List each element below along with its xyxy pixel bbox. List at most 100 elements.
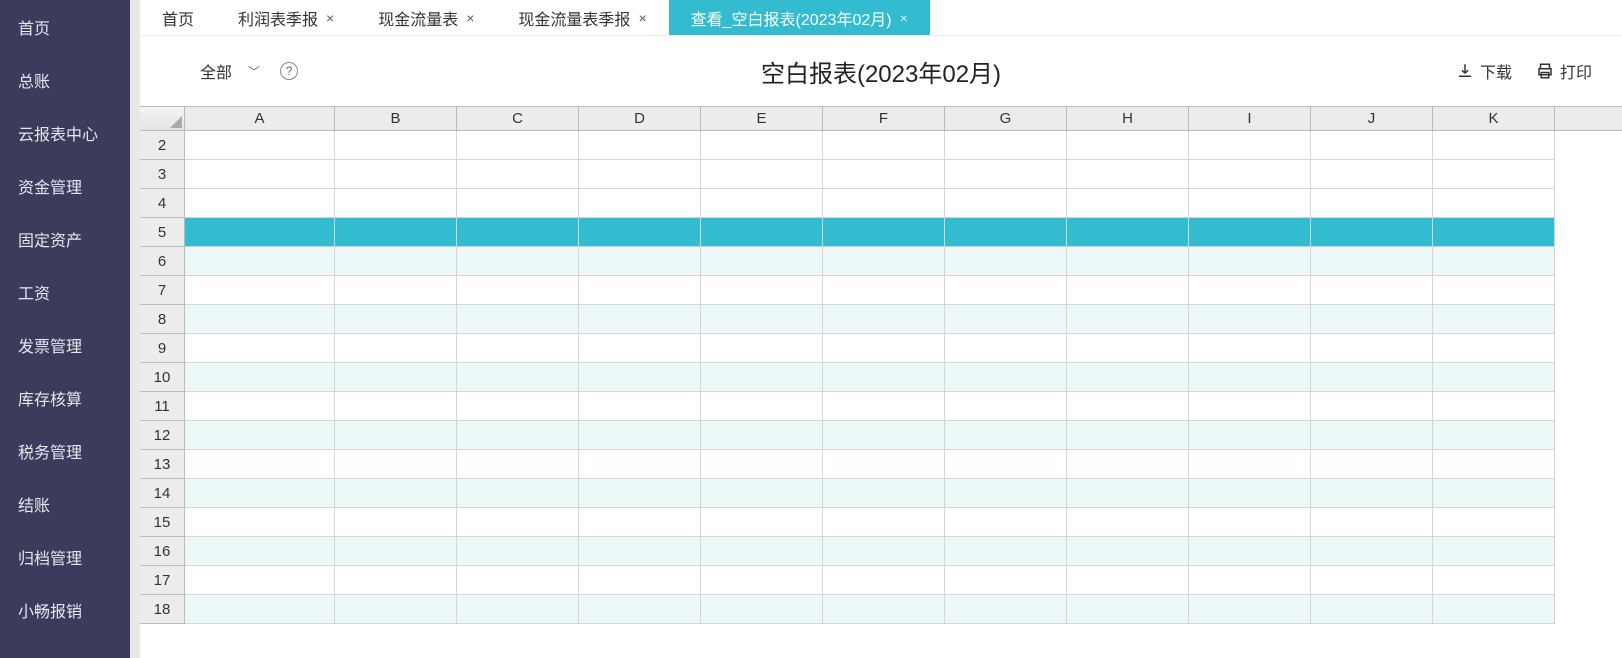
cell[interactable] — [335, 566, 457, 595]
cell[interactable] — [335, 421, 457, 450]
cell[interactable] — [579, 537, 701, 566]
cell[interactable] — [823, 537, 945, 566]
cell[interactable] — [579, 305, 701, 334]
column-header[interactable]: D — [579, 107, 701, 130]
cell[interactable] — [579, 566, 701, 595]
cell[interactable] — [185, 450, 335, 479]
cell[interactable] — [1067, 131, 1189, 160]
sidebar-item-closing[interactable]: 结账 — [0, 477, 130, 530]
cell[interactable] — [1433, 566, 1555, 595]
column-header[interactable]: G — [945, 107, 1067, 130]
cell[interactable] — [701, 566, 823, 595]
cell[interactable] — [701, 392, 823, 421]
cell[interactable] — [1433, 537, 1555, 566]
cell[interactable] — [457, 537, 579, 566]
row-header[interactable]: 17 — [140, 566, 185, 595]
cell[interactable] — [579, 479, 701, 508]
cell[interactable] — [457, 566, 579, 595]
cell[interactable] — [1433, 363, 1555, 392]
cell[interactable] — [579, 247, 701, 276]
cell[interactable] — [823, 479, 945, 508]
tab-view-blank-report[interactable]: 查看_空白报表(2023年02月) × — [669, 0, 930, 35]
cell[interactable] — [185, 305, 335, 334]
cell[interactable] — [457, 189, 579, 218]
close-icon[interactable]: × — [900, 10, 908, 26]
row-header[interactable]: 11 — [140, 392, 185, 421]
cell[interactable] — [579, 334, 701, 363]
column-header[interactable]: K — [1433, 107, 1555, 130]
close-icon[interactable]: × — [638, 10, 646, 26]
cell[interactable] — [335, 392, 457, 421]
cell[interactable] — [335, 305, 457, 334]
sidebar-item-cloud-reports[interactable]: 云报表中心 — [0, 106, 130, 159]
cell[interactable] — [1189, 392, 1311, 421]
cell[interactable] — [1433, 247, 1555, 276]
cell[interactable] — [185, 479, 335, 508]
cell[interactable] — [945, 450, 1067, 479]
cell[interactable] — [701, 537, 823, 566]
row-header[interactable]: 18 — [140, 595, 185, 624]
cell[interactable] — [945, 189, 1067, 218]
cell[interactable] — [185, 160, 335, 189]
cell[interactable] — [1311, 363, 1433, 392]
filter-dropdown[interactable]: 全部 — [200, 59, 232, 83]
cell[interactable] — [1311, 247, 1433, 276]
cell[interactable] — [1311, 595, 1433, 624]
sidebar-item-invoice[interactable]: 发票管理 — [0, 318, 130, 371]
cell[interactable] — [1189, 218, 1311, 247]
download-button[interactable]: 下载 — [1456, 59, 1512, 83]
row-header[interactable]: 9 — [140, 334, 185, 363]
cell[interactable] — [1067, 218, 1189, 247]
row-header[interactable]: 2 — [140, 131, 185, 160]
cell[interactable] — [1433, 160, 1555, 189]
cell[interactable] — [1433, 131, 1555, 160]
cell[interactable] — [1067, 276, 1189, 305]
cell[interactable] — [579, 189, 701, 218]
cell[interactable] — [335, 189, 457, 218]
cell[interactable] — [945, 334, 1067, 363]
cell[interactable] — [1067, 334, 1189, 363]
row-header[interactable]: 10 — [140, 363, 185, 392]
cell[interactable] — [457, 160, 579, 189]
cell[interactable] — [1189, 160, 1311, 189]
cell[interactable] — [1433, 189, 1555, 218]
sidebar-item-ledger[interactable]: 总账 — [0, 53, 130, 106]
cell[interactable] — [457, 305, 579, 334]
cell[interactable] — [1067, 479, 1189, 508]
row-header[interactable]: 7 — [140, 276, 185, 305]
row-header[interactable]: 6 — [140, 247, 185, 276]
cell[interactable] — [335, 160, 457, 189]
cell[interactable] — [1067, 508, 1189, 537]
cell[interactable] — [945, 421, 1067, 450]
cell[interactable] — [1433, 218, 1555, 247]
sidebar-scrollbar[interactable] — [130, 0, 140, 658]
cell[interactable] — [457, 479, 579, 508]
cell[interactable] — [579, 363, 701, 392]
cell[interactable] — [1189, 189, 1311, 218]
cell[interactable] — [1189, 305, 1311, 334]
cell[interactable] — [823, 160, 945, 189]
cell[interactable] — [185, 566, 335, 595]
cell[interactable] — [579, 421, 701, 450]
cell[interactable] — [945, 276, 1067, 305]
cell[interactable] — [185, 508, 335, 537]
cell[interactable] — [823, 334, 945, 363]
cell[interactable] — [335, 131, 457, 160]
cell[interactable] — [457, 508, 579, 537]
row-header[interactable]: 8 — [140, 305, 185, 334]
cell[interactable] — [185, 247, 335, 276]
cell[interactable] — [701, 189, 823, 218]
cell[interactable] — [945, 218, 1067, 247]
cell[interactable] — [1433, 595, 1555, 624]
cell[interactable] — [1189, 247, 1311, 276]
cell[interactable] — [579, 595, 701, 624]
cell[interactable] — [457, 247, 579, 276]
cell[interactable] — [823, 189, 945, 218]
row-header[interactable]: 12 — [140, 421, 185, 450]
cell[interactable] — [457, 131, 579, 160]
sidebar-item-home[interactable]: 首页 — [0, 0, 130, 53]
cell[interactable] — [1311, 421, 1433, 450]
sidebar-item-tax[interactable]: 税务管理 — [0, 424, 130, 477]
cell[interactable] — [1311, 189, 1433, 218]
cell[interactable] — [579, 276, 701, 305]
